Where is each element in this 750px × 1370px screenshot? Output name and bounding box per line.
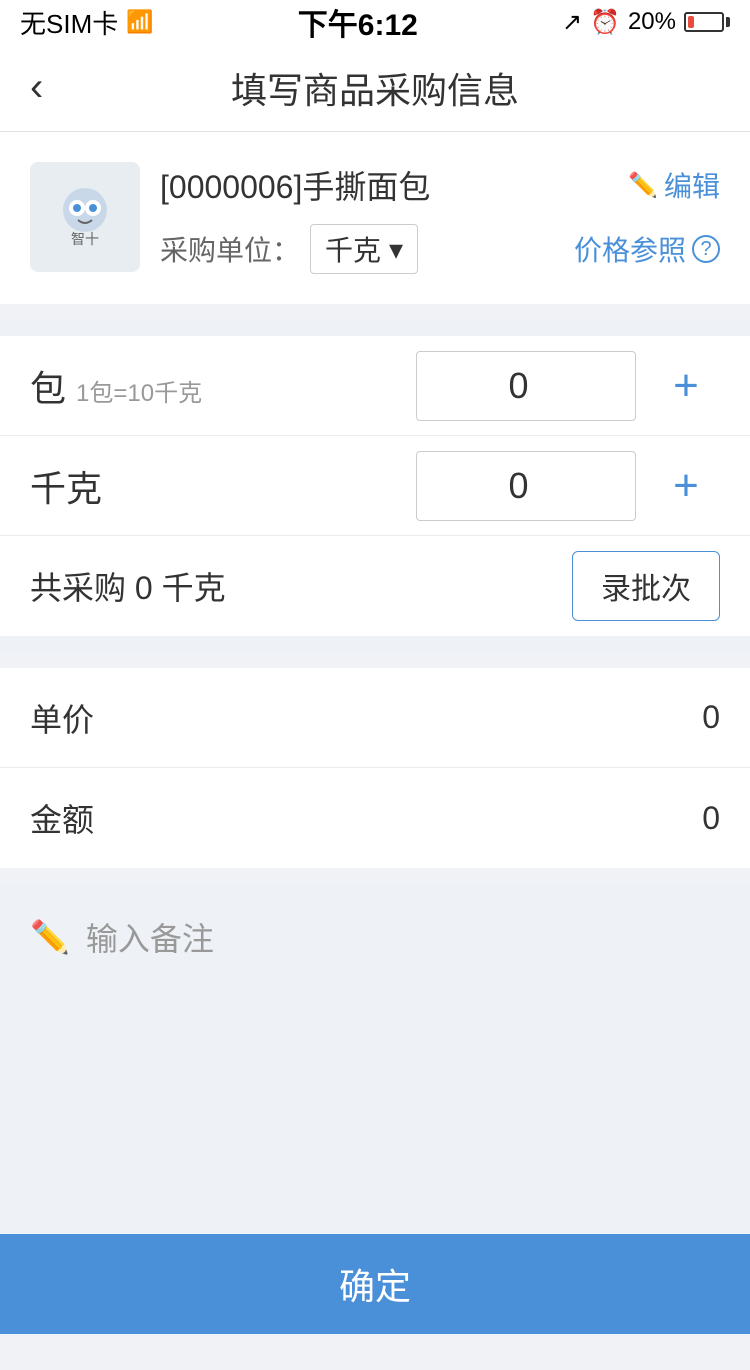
wifi-icon: 📶 xyxy=(126,9,153,35)
summary-text: 共采购 0 千克 xyxy=(30,563,226,609)
unit-selector-group: 采购单位： 千克 ▾ xyxy=(160,224,418,274)
bag-input[interactable] xyxy=(416,351,636,421)
pencil-icon: ✏️ xyxy=(30,918,70,956)
bag-label: 包 xyxy=(30,360,66,412)
unit-price-value: 0 xyxy=(702,699,720,736)
content-area xyxy=(0,990,750,1270)
bag-plus-button[interactable]: + xyxy=(652,352,720,420)
svg-text:智十: 智十 xyxy=(71,231,99,247)
amount-value: 0 xyxy=(702,800,720,837)
product-name: [0000006]手撕面包 xyxy=(160,162,430,208)
section-divider-2 xyxy=(0,636,750,652)
purchase-unit-row: 采购单位： 千克 ▾ 价格参照 ? xyxy=(160,224,720,274)
status-bar: 无SIM卡 📶 下午6:12 ↗ ⏰ 20% xyxy=(0,0,750,44)
location-icon: ↗ xyxy=(562,8,582,37)
product-logo: 智十 xyxy=(50,182,120,252)
batch-button[interactable]: 录批次 xyxy=(572,551,720,621)
status-right: ↗ ⏰ 20% xyxy=(562,8,730,37)
nav-title: 填写商品采购信息 xyxy=(231,62,519,114)
kg-input-row: 千克 + xyxy=(0,436,750,536)
product-info: [0000006]手撕面包 ✏️ 编辑 采购单位： 千克 ▾ 价格参照 xyxy=(160,162,720,274)
confirm-button[interactable]: 确定 xyxy=(0,1234,750,1334)
unit-price-row: 单价 0 xyxy=(0,668,750,768)
note-placeholder: 输入备注 xyxy=(86,914,214,960)
unit-select[interactable]: 千克 ▾ xyxy=(310,224,418,274)
kg-label-group: 千克 xyxy=(30,460,210,512)
amount-label: 金额 xyxy=(30,795,94,841)
chevron-down-icon: ▾ xyxy=(389,233,403,266)
kg-label: 千克 xyxy=(30,460,102,512)
question-icon: ? xyxy=(692,235,720,263)
battery-tip xyxy=(726,17,730,27)
battery-body xyxy=(684,12,724,32)
alarm-icon: ⏰ xyxy=(590,8,620,37)
kg-input-wrap: + xyxy=(210,451,720,521)
status-time: 下午6:12 xyxy=(298,0,418,44)
battery-fill xyxy=(688,16,694,28)
back-button[interactable]: ‹ xyxy=(30,65,63,110)
bag-label-group: 包 1包=10千克 xyxy=(30,360,210,412)
product-thumbnail: 智十 xyxy=(30,162,140,272)
battery-percent: 20% xyxy=(628,8,676,36)
kg-plus-button[interactable]: + xyxy=(652,452,720,520)
summary-row: 共采购 0 千克 录批次 xyxy=(0,536,750,636)
product-card: 智十 [0000006]手撕面包 ✏️ 编辑 采购单位： 千克 ▾ xyxy=(0,132,750,304)
unit-price-label: 单价 xyxy=(30,695,94,741)
bag-input-row: 包 1包=10千克 + xyxy=(0,336,750,436)
section-divider-1 xyxy=(0,320,750,336)
status-left: 无SIM卡 📶 xyxy=(20,4,154,41)
bag-input-wrap: + xyxy=(210,351,720,421)
amount-row: 金额 0 xyxy=(0,768,750,868)
battery-indicator xyxy=(684,12,730,32)
kg-input[interactable] xyxy=(416,451,636,521)
edit-button[interactable]: ✏️ 编辑 xyxy=(628,165,720,205)
price-ref-button[interactable]: 价格参照 ? xyxy=(574,229,720,269)
nav-bar: ‹ 填写商品采购信息 xyxy=(0,44,750,132)
bag-sub-label: 1包=10千克 xyxy=(76,373,202,408)
note-section[interactable]: ✏️ 输入备注 xyxy=(0,884,750,990)
input-section: 包 1包=10千克 + 千克 + xyxy=(0,336,750,536)
purchase-unit-label: 采购单位： xyxy=(160,229,300,269)
price-section: 单价 0 金额 0 xyxy=(0,668,750,868)
product-name-row: [0000006]手撕面包 ✏️ 编辑 xyxy=(160,162,720,208)
carrier-text: 无SIM卡 xyxy=(20,4,118,41)
edit-icon: ✏️ xyxy=(628,171,658,200)
